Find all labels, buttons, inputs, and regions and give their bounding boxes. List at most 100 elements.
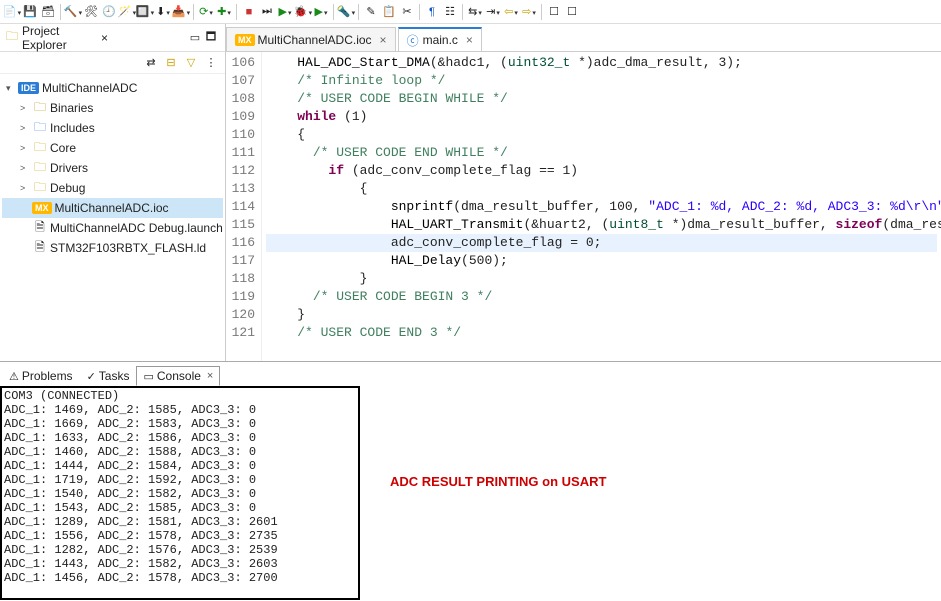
editor: MXMultiChannelADC.ioc × ⓒ main.c × 106107108… [226, 24, 941, 361]
new-icon[interactable]: 📄 [4, 4, 20, 20]
build-icon[interactable]: 🔨 [65, 4, 81, 20]
tab-label: MultiChannelADC.ioc [258, 33, 372, 47]
debug-icon[interactable]: 🐞 [295, 4, 311, 20]
code-line[interactable]: snprintf(dma_result_buffer, 100, "ADC_1:… [266, 198, 937, 216]
tree-item[interactable]: >🗀Debug [2, 178, 223, 198]
expand-icon[interactable]: ▾ [6, 83, 18, 94]
refresh-icon[interactable]: ⟳ [198, 4, 214, 20]
edit-icon[interactable]: ✎ [363, 4, 379, 20]
code-line[interactable]: /* Infinite loop */ [266, 72, 937, 90]
tree-item[interactable]: 🗎MultiChannelADC Debug.launch [2, 218, 223, 238]
close-icon[interactable]: × [207, 370, 213, 382]
tree-item[interactable]: 🗎STM32F103RBTX_FLASH.ld [2, 238, 223, 258]
code-line[interactable]: adc_conv_complete_flag = 0; [266, 234, 937, 252]
explorer-toolbar: ⇄ ⊟ ▽ ⋮ [0, 52, 225, 74]
save-icon[interactable]: 💾 [22, 4, 38, 20]
code-line[interactable]: /* USER CODE BEGIN WHILE */ [266, 90, 937, 108]
maximize-icon[interactable]: 🗖 [203, 30, 219, 46]
download-icon[interactable]: ⬇ [155, 4, 171, 20]
tab-label: main.c [423, 33, 458, 47]
expand-icon[interactable]: > [20, 143, 32, 153]
source-folder-icon: 🗀 [32, 138, 48, 159]
board-icon[interactable]: 📥 [173, 4, 189, 20]
link-icon[interactable]: ⇄ [143, 54, 159, 70]
forward-icon[interactable]: ⇨ [521, 4, 537, 20]
cut-icon[interactable]: ✂ [399, 4, 415, 20]
save-all-icon[interactable]: 🗃 [40, 4, 56, 20]
open-perspective-icon[interactable]: ☐ [564, 4, 580, 20]
tab-label: Console [157, 369, 201, 383]
skip-icon[interactable]: ⏭ [259, 4, 275, 20]
bottom-panel: ⚠Problems✓Tasks▭Console× COM3 (CONNECTED… [0, 361, 941, 600]
tab-label: Tasks [99, 369, 130, 383]
minimize-icon[interactable]: ▭ [187, 30, 203, 46]
code-line[interactable]: /* USER CODE END 3 */ [266, 324, 937, 342]
config-icon[interactable]: 🛠 [83, 4, 99, 20]
code-line[interactable]: HAL_ADC_Start_DMA(&hadc1, (uint32_t *)ad… [266, 54, 937, 72]
tree-item-label: MultiChannelADC Debug.launch [50, 221, 223, 235]
problems-icon: ⚠ [9, 370, 19, 383]
pin-icon[interactable]: ¶ [424, 4, 440, 20]
expand-icon[interactable]: > [20, 183, 32, 193]
ide-badge-icon: IDE [18, 82, 39, 94]
expand-icon[interactable]: > [20, 123, 32, 133]
stop-icon[interactable]: ■ [241, 4, 257, 20]
code-line[interactable]: HAL_UART_Transmit(&huart2, (uint8_t *)dm… [266, 216, 937, 234]
bottom-tab[interactable]: ✓Tasks [80, 366, 137, 386]
run-ext-icon[interactable]: ▶ [313, 4, 329, 20]
code-line[interactable]: { [266, 126, 937, 144]
tree-root-label: MultiChannelADC [42, 81, 137, 95]
project-explorer: 🗀 Project Explorer × ▭ 🗖 ⇄ ⊟ ▽ ⋮ ▾ IDE M… [0, 24, 226, 361]
code-line[interactable]: } [266, 306, 937, 324]
code-line[interactable]: /* USER CODE END WHILE */ [266, 144, 937, 162]
editor-tab[interactable]: MXMultiChannelADC.ioc × [226, 27, 396, 51]
console-body[interactable]: COM3 (CONNECTED) ADC_1: 1469, ADC_2: 158… [0, 386, 360, 600]
gutter: 1061071081091101111121131141151161171181… [226, 52, 262, 361]
editor-tab[interactable]: ⓒ main.c × [398, 27, 482, 51]
tree-item-label: STM32F103RBTX_FLASH.ld [50, 241, 206, 255]
page-icon[interactable]: 📋 [381, 4, 397, 20]
tree-item[interactable]: >🗀Includes [2, 118, 223, 138]
mx-badge-icon: MX [235, 34, 255, 46]
c-file-icon: ⓒ [407, 32, 419, 49]
code-line[interactable]: HAL_Delay(500); [266, 252, 937, 270]
collapse-icon[interactable]: ⊟ [163, 54, 179, 70]
code-line[interactable]: } [266, 270, 937, 288]
new-config-icon[interactable]: ✚ [216, 4, 232, 20]
bottom-tab[interactable]: ⚠Problems [2, 366, 80, 386]
includes-icon: 🗀 [32, 118, 48, 139]
tree-item-label: MultiChannelADC.ioc [55, 201, 169, 215]
tree-item[interactable]: MXMultiChannelADC.ioc [2, 198, 223, 218]
chip-icon[interactable]: 🔲 [137, 4, 153, 20]
perspective-icon[interactable]: ☐ [546, 4, 562, 20]
wand-icon[interactable]: 🪄 [119, 4, 135, 20]
close-icon[interactable]: × [380, 33, 387, 47]
nav-icon[interactable]: ⇆ [467, 4, 483, 20]
code-line[interactable]: /* USER CODE BEGIN 3 */ [266, 288, 937, 306]
filter-icon[interactable]: ▽ [183, 54, 199, 70]
indent-icon[interactable]: ⇥ [485, 4, 501, 20]
editor-tabs: MXMultiChannelADC.ioc × ⓒ main.c × [226, 24, 941, 52]
code-line[interactable]: while (1) [266, 108, 937, 126]
code-line[interactable]: { [266, 180, 937, 198]
tasks-icon: ✓ [87, 370, 96, 383]
run-icon[interactable]: ▶ [277, 4, 293, 20]
search-icon[interactable]: 🔦 [338, 4, 354, 20]
expand-icon[interactable]: > [20, 163, 32, 173]
tree-item[interactable]: >🗀Core [2, 138, 223, 158]
code-line[interactable]: if (adc_conv_complete_flag == 1) [266, 162, 937, 180]
code[interactable]: HAL_ADC_Start_DMA(&hadc1, (uint32_t *)ad… [262, 52, 941, 361]
back-icon[interactable]: ⇦ [503, 4, 519, 20]
expand-icon[interactable]: > [20, 103, 32, 113]
sort-icon[interactable]: ☷ [442, 4, 458, 20]
binaries-icon: 🗀 [32, 98, 48, 119]
bottom-tab[interactable]: ▭Console× [136, 366, 220, 386]
view-menu-icon[interactable]: ⋮ [203, 54, 219, 70]
tree-item[interactable]: >🗀Drivers [2, 158, 223, 178]
tree-item[interactable]: >🗀Binaries [2, 98, 223, 118]
clock-icon[interactable]: 🕘 [101, 4, 117, 20]
close-icon[interactable]: × [97, 31, 112, 45]
code-area[interactable]: 1061071081091101111121131141151161171181… [226, 52, 941, 361]
close-icon[interactable]: × [466, 33, 473, 47]
tree-root[interactable]: ▾ IDE MultiChannelADC [2, 78, 223, 98]
